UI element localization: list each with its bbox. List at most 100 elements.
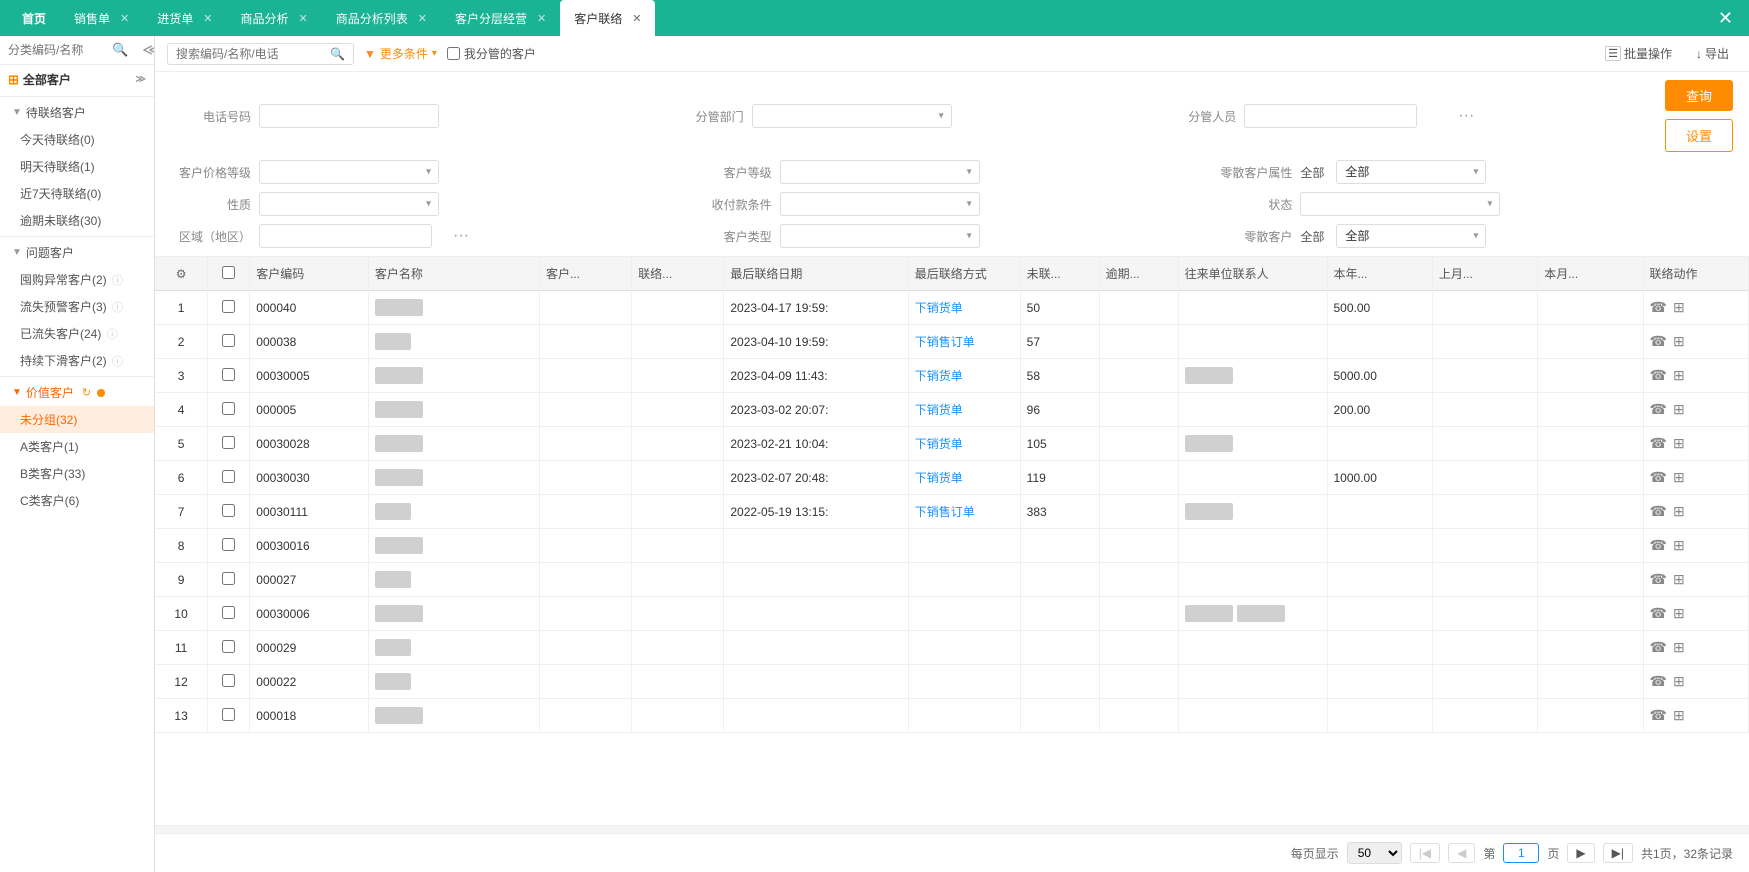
- cell-checkbox[interactable]: [208, 291, 250, 325]
- grid-action-icon[interactable]: ⊞: [1673, 639, 1685, 656]
- grid-action-icon[interactable]: ⊞: [1673, 571, 1685, 588]
- close-sales-tab-icon[interactable]: ✕: [120, 12, 129, 25]
- sidebar-item-churn-warning[interactable]: 流失预警客户(3) ⓘ: [0, 293, 154, 320]
- tab-home[interactable]: 首页: [8, 0, 60, 36]
- customer-type-select[interactable]: [780, 224, 980, 248]
- th-settings[interactable]: ⚙: [155, 257, 208, 291]
- tab-customer-segment[interactable]: 客户分层经营 ✕: [441, 0, 560, 36]
- customer-level-select[interactable]: [780, 160, 980, 184]
- page-number-input[interactable]: [1503, 843, 1539, 863]
- cell-checkbox[interactable]: [208, 359, 250, 393]
- sidebar-all-customers[interactable]: ⊞ 全部客户 ≫: [0, 65, 154, 94]
- cell-last-method[interactable]: 下销货单: [908, 427, 1020, 461]
- close-customer-contact-tab-icon[interactable]: ✕: [632, 12, 641, 25]
- method-link[interactable]: 下销货单: [915, 403, 963, 417]
- more-conditions-button[interactable]: ▼ 更多条件 ▾: [364, 45, 437, 62]
- settings-button[interactable]: 设置: [1665, 119, 1733, 152]
- cell-last-method[interactable]: 下销售订单: [908, 325, 1020, 359]
- cell-checkbox[interactable]: [208, 597, 250, 631]
- grid-action-icon[interactable]: ⊞: [1673, 401, 1685, 418]
- cell-checkbox[interactable]: [208, 461, 250, 495]
- sidebar-item-class-c[interactable]: C类客户(6): [0, 487, 154, 514]
- sidebar-search-input[interactable]: [8, 43, 108, 57]
- phone-action-icon[interactable]: ☎: [1650, 503, 1667, 520]
- row-checkbox[interactable]: [222, 334, 235, 347]
- cell-checkbox[interactable]: [208, 427, 250, 461]
- region-more-button[interactable]: ···: [447, 227, 475, 245]
- cell-last-method[interactable]: [908, 529, 1020, 563]
- phone-action-icon[interactable]: ☎: [1650, 469, 1667, 486]
- cell-checkbox[interactable]: [208, 529, 250, 563]
- grid-action-icon[interactable]: ⊞: [1673, 707, 1685, 724]
- phone-action-icon[interactable]: ☎: [1650, 571, 1667, 588]
- cell-last-method[interactable]: [908, 631, 1020, 665]
- cell-checkbox[interactable]: [208, 495, 250, 529]
- grid-action-icon[interactable]: ⊞: [1673, 333, 1685, 350]
- cell-checkbox[interactable]: [208, 393, 250, 427]
- row-checkbox[interactable]: [222, 640, 235, 653]
- cell-last-method[interactable]: [908, 563, 1020, 597]
- phone-action-icon[interactable]: ☎: [1650, 605, 1667, 622]
- row-checkbox[interactable]: [222, 674, 235, 687]
- row-checkbox[interactable]: [222, 504, 235, 517]
- sidebar-item-class-b[interactable]: B类客户(33): [0, 460, 154, 487]
- grid-action-icon[interactable]: ⊞: [1673, 299, 1685, 316]
- person-input[interactable]: [1244, 104, 1417, 128]
- price-level-select[interactable]: [259, 160, 439, 184]
- close-customer-segment-tab-icon[interactable]: ✕: [537, 12, 546, 25]
- method-link[interactable]: 下销货单: [915, 301, 963, 315]
- phone-action-icon[interactable]: ☎: [1650, 333, 1667, 350]
- method-link[interactable]: 下销售订单: [915, 335, 975, 349]
- sidebar-group-pending[interactable]: ▼ 待联络客户: [0, 99, 154, 126]
- batch-operations-button[interactable]: ☰ 批量操作: [1597, 42, 1680, 65]
- cell-checkbox[interactable]: [208, 665, 250, 699]
- refresh-icon[interactable]: ↻: [82, 386, 91, 399]
- scattered-select[interactable]: 全部: [1336, 224, 1486, 248]
- sidebar-item-hoarding[interactable]: 囤购异常客户(2) ⓘ: [0, 266, 154, 293]
- sidebar-item-class-a[interactable]: A类客户(1): [0, 433, 154, 460]
- phone-action-icon[interactable]: ☎: [1650, 639, 1667, 656]
- window-close-button[interactable]: ✕: [1710, 8, 1741, 28]
- cell-last-method[interactable]: 下销售订单: [908, 495, 1020, 529]
- scattered-attr-select[interactable]: 全部: [1336, 160, 1486, 184]
- row-checkbox[interactable]: [222, 538, 235, 551]
- grid-action-icon[interactable]: ⊞: [1673, 367, 1685, 384]
- horizontal-scrollbar[interactable]: [155, 825, 1749, 833]
- export-button[interactable]: ↓ 导出: [1688, 42, 1737, 65]
- sidebar-item-churned[interactable]: 已流失客户(24) ⓘ: [0, 320, 154, 347]
- sidebar-group-problem[interactable]: ▼ 问题客户: [0, 239, 154, 266]
- cell-last-method[interactable]: [908, 665, 1020, 699]
- method-link[interactable]: 下销售订单: [915, 505, 975, 519]
- grid-action-icon[interactable]: ⊞: [1673, 537, 1685, 554]
- sidebar-item-ungroup[interactable]: 未分组(32): [0, 406, 154, 433]
- phone-action-icon[interactable]: ☎: [1650, 435, 1667, 452]
- sidebar-group-value[interactable]: ▼ 价值客户 ↻: [0, 379, 154, 406]
- cell-last-method[interactable]: [908, 597, 1020, 631]
- phone-action-icon[interactable]: ☎: [1650, 537, 1667, 554]
- row-checkbox[interactable]: [222, 436, 235, 449]
- page-size-select[interactable]: 50 20 100: [1347, 842, 1402, 864]
- settings-icon[interactable]: ⚙: [176, 267, 187, 281]
- phone-action-icon[interactable]: ☎: [1650, 673, 1667, 690]
- grid-action-icon[interactable]: ⊞: [1673, 673, 1685, 690]
- next-page-button[interactable]: ▶: [1567, 843, 1594, 863]
- row-checkbox[interactable]: [222, 470, 235, 483]
- sidebar-item-tomorrow-pending[interactable]: 明天待联络(1): [0, 153, 154, 180]
- row-checkbox[interactable]: [222, 606, 235, 619]
- prev-page-button[interactable]: ◀: [1448, 843, 1475, 863]
- first-page-button[interactable]: |◀: [1410, 843, 1440, 863]
- row-checkbox[interactable]: [222, 572, 235, 585]
- grid-action-icon[interactable]: ⊞: [1673, 435, 1685, 452]
- row-checkbox[interactable]: [222, 708, 235, 721]
- dept-select[interactable]: [752, 104, 952, 128]
- row-checkbox[interactable]: [222, 402, 235, 415]
- cell-last-method[interactable]: 下销货单: [908, 393, 1020, 427]
- cell-last-method[interactable]: 下销货单: [908, 461, 1020, 495]
- select-all-checkbox[interactable]: [222, 266, 235, 279]
- query-button[interactable]: 查询: [1665, 80, 1733, 111]
- phone-input[interactable]: [259, 104, 439, 128]
- status-select[interactable]: [1300, 192, 1500, 216]
- close-purchase-tab-icon[interactable]: ✕: [203, 12, 212, 25]
- cell-checkbox[interactable]: [208, 325, 250, 359]
- method-link[interactable]: 下销货单: [915, 437, 963, 451]
